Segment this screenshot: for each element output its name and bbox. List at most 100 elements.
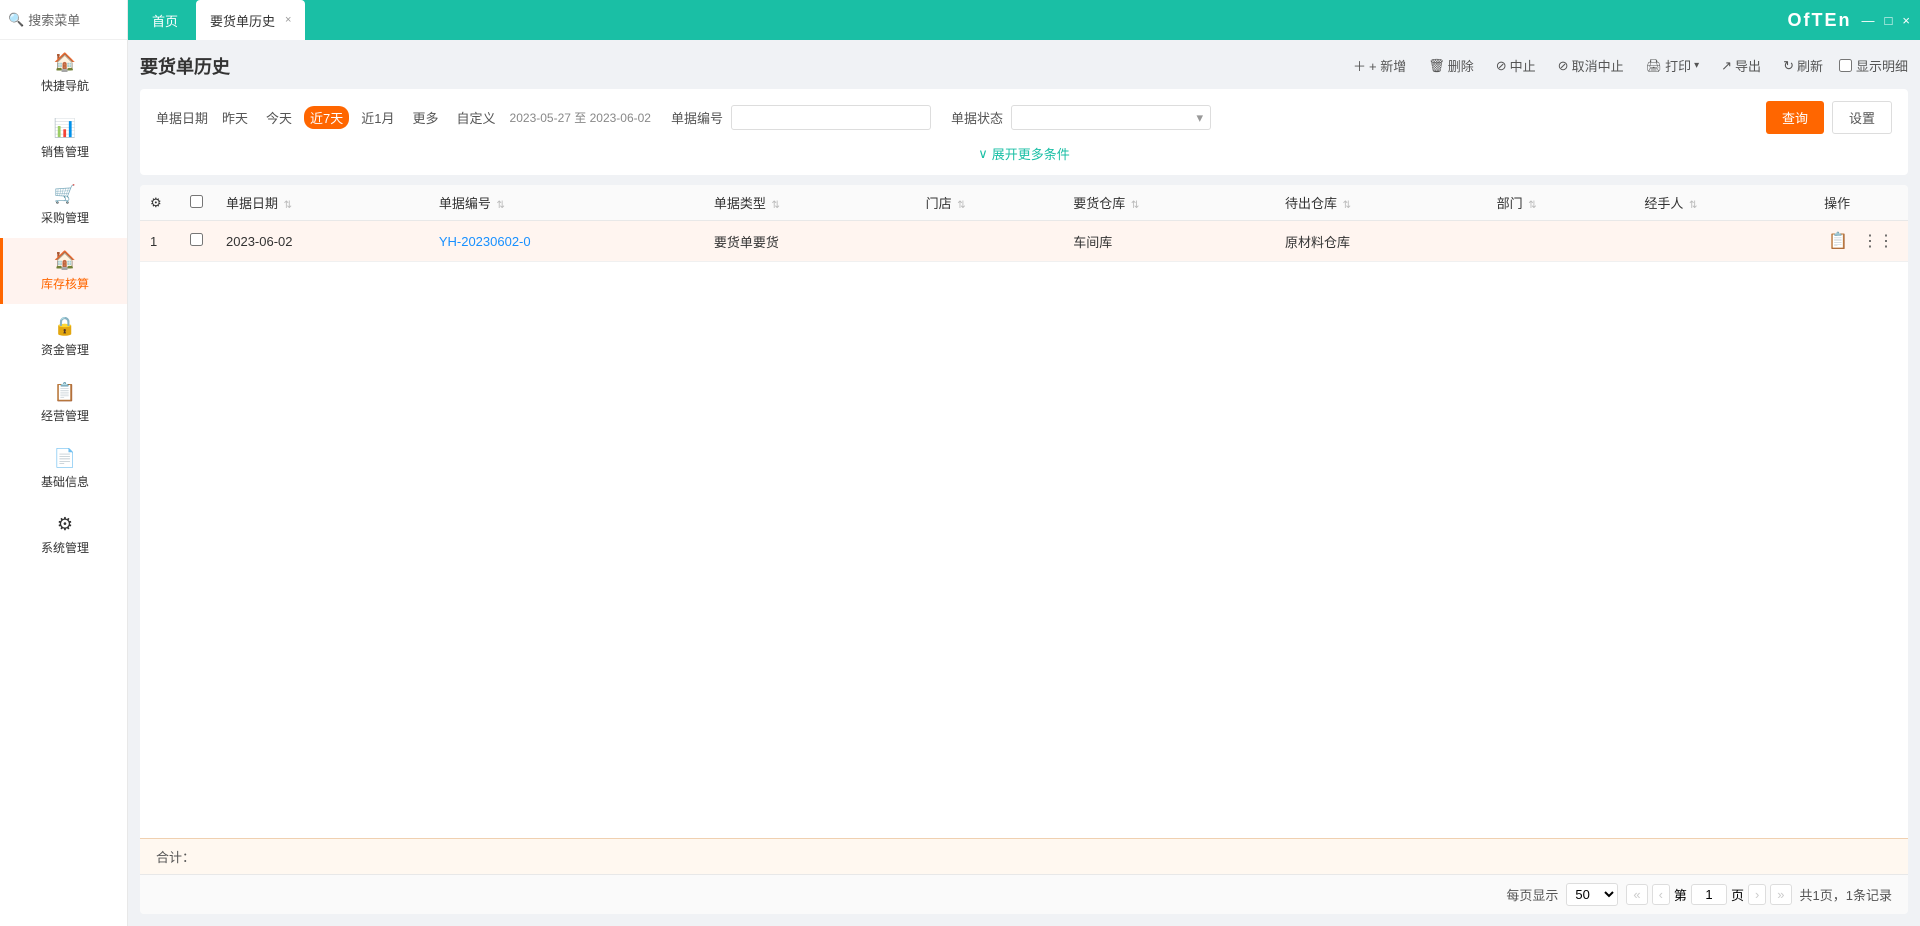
col-doc-type[interactable]: 单据类型 ⇅ (704, 185, 916, 221)
col-req-warehouse[interactable]: 要货仓库 ⇅ (1063, 185, 1275, 221)
col-checkbox (180, 185, 216, 221)
col-doc-num[interactable]: 单据编号 ⇅ (429, 185, 704, 221)
filter-actions: 查询 设置 (1766, 101, 1892, 134)
new-button[interactable]: ＋ + 新增 (1347, 52, 1412, 79)
table-header-row: ⚙ 单据日期 ⇅ 单据编号 ⇅ (140, 185, 1908, 221)
doc-num-filter-group: 单据编号 (671, 105, 931, 130)
display-detail-checkbox[interactable] (1839, 59, 1852, 72)
export-button[interactable]: ↗ 导出 (1715, 52, 1767, 79)
total-row: 合计： (140, 838, 1908, 874)
page-input[interactable] (1691, 884, 1727, 905)
tab-active[interactable]: 要货单历史 × (196, 0, 305, 40)
col-pending-warehouse[interactable]: 待出仓库 ⇅ (1275, 185, 1487, 221)
sidebar-item-purchase[interactable]: 🛒 采购管理 (0, 172, 127, 238)
main-area: 首页 要货单历史 × OfTEn — □ × 要货单历史 ＋ + 新增 🗑 (128, 0, 1920, 926)
row-edit-btn[interactable]: 📋 (1824, 229, 1852, 253)
stop-label: 中止 (1510, 56, 1536, 75)
status-select-wrap (1011, 105, 1211, 130)
prev-page-btn[interactable]: ‹ (1652, 884, 1670, 905)
sort-icon-doc-date: ⇅ (284, 200, 292, 211)
sidebar-item-label: 采购管理 (41, 209, 89, 226)
print-button[interactable]: 🖨 打印 ▾ (1640, 52, 1706, 79)
display-detail-toggle[interactable]: 显示明细 (1839, 56, 1908, 75)
window-close-btn[interactable]: × (1902, 13, 1910, 28)
new-label: + 新增 (1369, 56, 1406, 75)
window-minimize-btn[interactable]: — (1862, 13, 1875, 28)
cancel-stop-icon: ⊘ (1558, 58, 1569, 74)
export-icon: ↗ (1721, 58, 1732, 74)
next-page-btn[interactable]: › (1748, 884, 1766, 905)
filter-row-1: 单据日期 昨天 今天 近7天 近1月 更多 自定义 2023-05-27 至 2… (156, 101, 1892, 134)
print-chevron-icon: ▾ (1694, 60, 1699, 71)
pagination-bar: 每页显示 50 10 20 100 « ‹ 第 页 › » (140, 874, 1908, 914)
status-select[interactable] (1011, 105, 1211, 130)
date-option-7days[interactable]: 近7天 (304, 106, 349, 129)
doc-num-link[interactable]: YH-20230602-0 (439, 234, 531, 249)
sort-icon-req-warehouse: ⇅ (1131, 200, 1139, 211)
row-ops: 📋 ⋮⋮ (1824, 229, 1898, 253)
settings-button[interactable]: 设置 (1832, 101, 1892, 134)
cell-req-warehouse: 车间库 (1063, 221, 1275, 262)
sidebar-item-label: 库存核算 (41, 275, 89, 292)
window-restore-btn[interactable]: □ (1885, 13, 1893, 28)
inventory-icon: 🏠 (54, 250, 76, 271)
refresh-icon: ↻ (1783, 58, 1794, 74)
operations-icon: 📋 (54, 382, 76, 403)
quick-nav-icon: 🏠 (54, 52, 76, 73)
sidebar-search-area[interactable]: 🔍 搜索菜单 (0, 0, 127, 40)
stop-icon: ⊘ (1496, 58, 1507, 74)
cell-handler (1634, 221, 1814, 262)
sales-icon: 📊 (54, 118, 76, 139)
date-option-more[interactable]: 更多 (407, 106, 445, 129)
sidebar-item-system[interactable]: ⚙ 系统管理 (0, 502, 127, 568)
tab-close-icon[interactable]: × (285, 14, 291, 26)
sidebar-item-operations[interactable]: 📋 经营管理 (0, 370, 127, 436)
date-option-today[interactable]: 今天 (260, 106, 298, 129)
col-doc-date-label: 单据日期 (226, 196, 278, 211)
col-store-label: 门店 (926, 196, 952, 211)
filter-area: 单据日期 昨天 今天 近7天 近1月 更多 自定义 2023-05-27 至 2… (140, 89, 1908, 175)
first-page-btn[interactable]: « (1626, 884, 1647, 905)
col-settings[interactable]: ⚙ (140, 185, 180, 221)
date-option-yesterday[interactable]: 昨天 (216, 106, 254, 129)
sidebar-item-label: 系统管理 (41, 539, 89, 556)
query-button[interactable]: 查询 (1766, 101, 1824, 134)
page-info: 共1页，1条记录 (1800, 885, 1892, 904)
col-doc-date[interactable]: 单据日期 ⇅ (216, 185, 429, 221)
sidebar-item-quick-nav[interactable]: 🏠 快捷导航 (0, 40, 127, 106)
date-filter-label: 单据日期 (156, 108, 208, 127)
doc-num-label: 单据编号 (671, 108, 723, 127)
print-icon: 🖨 (1646, 58, 1663, 74)
print-label: 打印 (1665, 56, 1691, 75)
row-checkbox[interactable] (190, 233, 203, 246)
delete-button[interactable]: 🗑 删除 (1422, 52, 1480, 79)
date-option-custom[interactable]: 自定义 (451, 106, 502, 129)
doc-num-input[interactable] (731, 105, 931, 130)
total-label: 合计： (156, 847, 195, 866)
cancel-stop-label: 取消中止 (1572, 56, 1624, 75)
col-store[interactable]: 门店 ⇅ (916, 185, 1064, 221)
topbar: 首页 要货单历史 × OfTEn — □ × (128, 0, 1920, 40)
select-all-checkbox[interactable] (190, 195, 203, 208)
sidebar-item-label: 经营管理 (41, 407, 89, 424)
col-handler[interactable]: 经手人 ⇅ (1634, 185, 1814, 221)
tab-home[interactable]: 首页 (138, 0, 192, 40)
col-department[interactable]: 部门 ⇅ (1487, 185, 1635, 221)
settings-gear-icon[interactable]: ⚙ (150, 195, 162, 210)
sidebar-item-inventory[interactable]: 🏠 库存核算 (0, 238, 127, 304)
per-page-select[interactable]: 50 10 20 100 (1566, 883, 1618, 906)
cancel-stop-button[interactable]: ⊘ 取消中止 (1552, 52, 1630, 79)
date-option-1month[interactable]: 近1月 (355, 106, 400, 129)
purchase-icon: 🛒 (54, 184, 76, 205)
expand-more-btn[interactable]: ∨ 展开更多条件 (978, 144, 1070, 163)
sidebar-item-sales[interactable]: 📊 销售管理 (0, 106, 127, 172)
row-more-btn[interactable]: ⋮⋮ (1858, 229, 1898, 253)
sidebar-item-finance[interactable]: 🔒 资金管理 (0, 304, 127, 370)
sidebar-item-basic-info[interactable]: 📄 基础信息 (0, 436, 127, 502)
refresh-button[interactable]: ↻ 刷新 (1777, 52, 1829, 79)
table-spacer (140, 262, 1908, 838)
stop-button[interactable]: ⊘ 中止 (1490, 52, 1542, 79)
col-action: 操作 (1814, 185, 1908, 221)
table-row: 1 2023-06-02 YH-20230602-0 要货单要货 车间库 原材料… (140, 221, 1908, 262)
last-page-btn[interactable]: » (1770, 884, 1791, 905)
